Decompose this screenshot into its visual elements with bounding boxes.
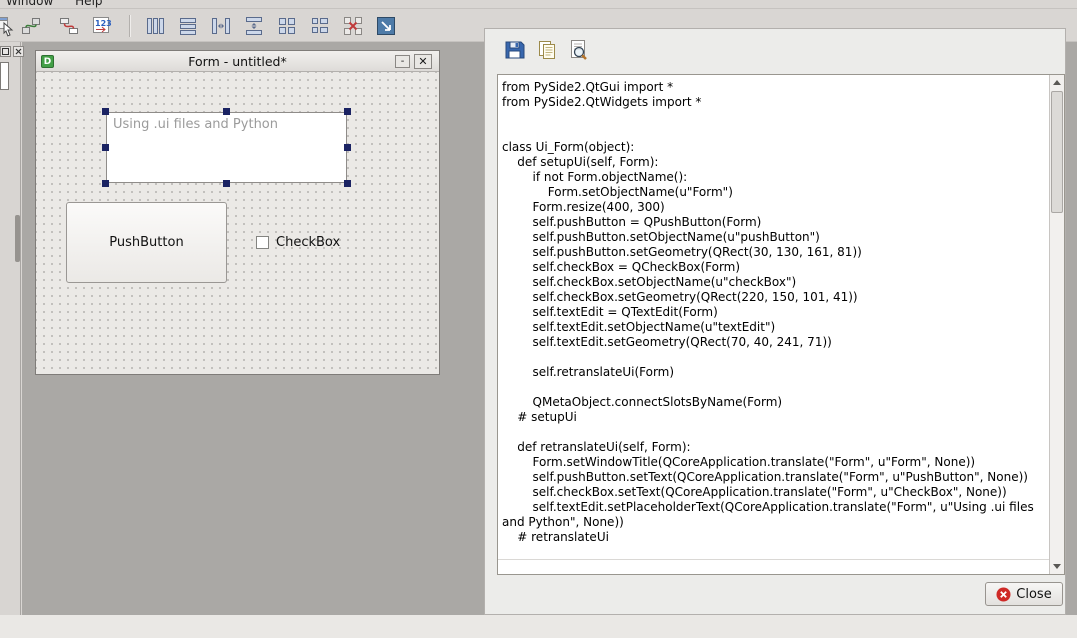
qt-designer-window: Window Help 123 — [0, 0, 1077, 638]
form-window-title: Form - untitled* — [36, 54, 439, 69]
bottom-dock-strip: <resource root> — [0, 615, 1077, 638]
main-toolbar: 123 — [0, 11, 407, 41]
scrollbar-thumb[interactable] — [1051, 91, 1063, 213]
resize-handle-n[interactable] — [223, 108, 230, 115]
svg-text:123: 123 — [95, 19, 112, 28]
toolbar-separator — [129, 15, 131, 37]
resize-handle-se[interactable] — [344, 180, 351, 187]
dock-close-icon[interactable] — [13, 46, 24, 57]
widget-filter-input[interactable] — [0, 62, 9, 90]
code-editor[interactable]: from PySide2.QtGui import * from PySide2… — [497, 74, 1065, 575]
break-layout-icon[interactable] — [341, 14, 365, 38]
close-window-button[interactable]: ✕ — [414, 54, 432, 69]
textedit-placeholder: Using .ui files and Python — [113, 117, 278, 132]
close-button-label: Close — [1016, 587, 1051, 602]
resize-handle-w[interactable] — [102, 144, 109, 151]
adjust-size-icon[interactable] — [374, 14, 398, 38]
edit-signals-slots-icon[interactable] — [19, 14, 43, 38]
resize-handle-e[interactable] — [344, 144, 351, 151]
layout-horizontal-icon[interactable] — [143, 14, 167, 38]
form-canvas[interactable]: Using .ui files and Python PushButton Ch… — [36, 72, 439, 374]
resize-handle-s[interactable] — [223, 180, 230, 187]
checkbox-widget[interactable]: CheckBox — [256, 222, 357, 263]
edit-widgets-icon[interactable] — [0, 14, 16, 38]
layout-vertical-icon[interactable] — [176, 14, 200, 38]
layout-horizontal-splitter-icon[interactable] — [209, 14, 233, 38]
textedit-selection: Using .ui files and Python — [106, 112, 347, 183]
resize-handle-nw[interactable] — [102, 108, 109, 115]
checkbox-label: CheckBox — [276, 235, 340, 250]
pushbutton-widget[interactable]: PushButton — [66, 202, 227, 283]
menu-window[interactable]: Window — [6, 0, 53, 8]
scroll-down-icon[interactable] — [1050, 559, 1064, 574]
textedit-widget[interactable]: Using .ui files and Python — [106, 112, 347, 183]
code-dialog-toolbar — [502, 37, 598, 63]
layout-vertical-splitter-icon[interactable] — [242, 14, 266, 38]
form-editor-window: D Form - untitled* - ✕ Using .ui files a… — [35, 50, 440, 375]
scroll-up-icon[interactable] — [1050, 75, 1064, 90]
menubar: Window Help — [6, 0, 121, 8]
python-code-text[interactable]: from PySide2.QtGui import * from PySide2… — [498, 75, 1048, 574]
layout-form-icon[interactable] — [308, 14, 332, 38]
code-bottom-divider — [498, 559, 1049, 560]
edit-buddies-icon[interactable] — [57, 14, 81, 38]
python-code-dialog: from PySide2.QtGui import * from PySide2… — [484, 28, 1066, 615]
code-vertical-scrollbar[interactable] — [1049, 75, 1064, 574]
resize-handle-sw[interactable] — [102, 180, 109, 187]
dock-scrollbar-thumb[interactable] — [15, 215, 20, 262]
dock-float-icon[interactable] — [0, 46, 11, 57]
find-icon[interactable] — [566, 37, 592, 63]
save-icon[interactable] — [502, 37, 528, 63]
edit-tab-order-icon[interactable]: 123 — [90, 14, 114, 38]
menubar-divider — [0, 8, 1077, 9]
close-button[interactable]: Close — [985, 582, 1063, 606]
layout-grid-icon[interactable] — [275, 14, 299, 38]
minimize-button[interactable]: - — [395, 55, 410, 68]
form-window-titlebar[interactable]: D Form - untitled* - ✕ — [36, 51, 439, 72]
checkbox-indicator — [256, 236, 269, 249]
widget-box-dock — [0, 42, 21, 615]
resize-handle-ne[interactable] — [344, 108, 351, 115]
close-icon — [996, 587, 1011, 602]
copy-icon[interactable] — [534, 37, 560, 63]
menu-help[interactable]: Help — [75, 0, 102, 8]
